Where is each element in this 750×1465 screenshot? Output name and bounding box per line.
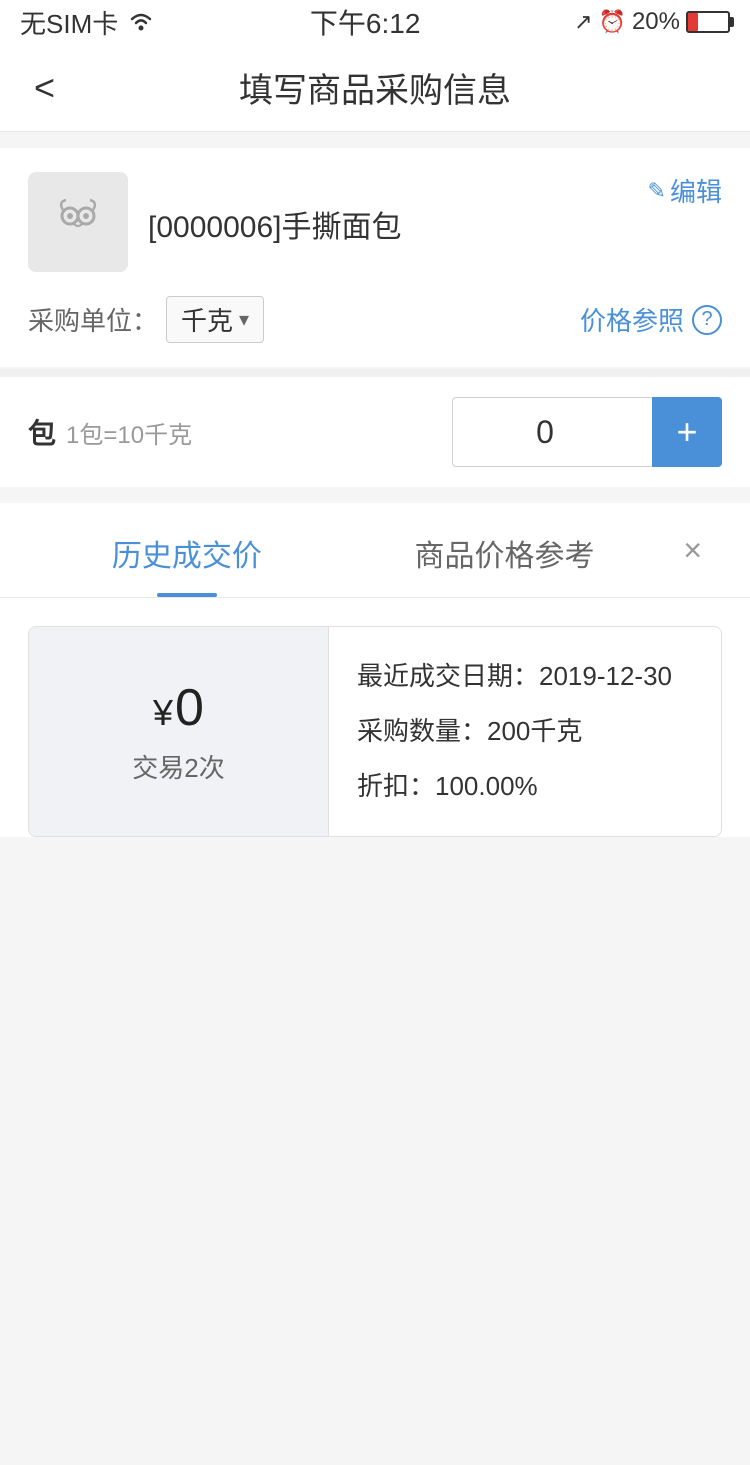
bottom-panel: 历史成交价 商品价格参考 × ¥0 交易2次 最近成交日期：2019-12-30…: [0, 503, 750, 837]
price-value: 0: [175, 679, 204, 737]
unit-label: 采购单位： 千克 ▾: [28, 296, 264, 343]
discount-value: 100.00%: [435, 771, 538, 801]
back-button[interactable]: <: [24, 57, 65, 119]
price-currency: ¥: [153, 692, 173, 733]
product-card: [0000006]手撕面包 ✎ 编辑 采购单位： 千克 ▾ 价格参照 ?: [0, 148, 750, 367]
help-icon: ?: [692, 305, 722, 335]
quantity-plus-button[interactable]: +: [652, 397, 722, 467]
product-unit-row: 采购单位： 千克 ▾ 价格参照 ?: [28, 296, 722, 343]
price-subtitle: 交易2次: [132, 748, 224, 785]
purchase-qty-label: 采购数量：: [357, 716, 487, 746]
qty-unit-name: 包: [28, 412, 56, 452]
edit-button[interactable]: ✎ 编辑: [648, 172, 722, 209]
price-ref-link[interactable]: 价格参照 ?: [580, 301, 722, 338]
tabs-row: 历史成交价 商品价格参考 ×: [0, 503, 750, 598]
recent-date-value: 2019-12-30: [539, 661, 672, 691]
unit-dropdown[interactable]: 千克 ▾: [166, 296, 264, 343]
quantity-label: 包 1包=10千克: [28, 412, 192, 452]
tab-history-price[interactable]: 历史成交价: [28, 503, 346, 597]
tab-history-label: 历史成交价: [112, 540, 262, 573]
unit-value: 千克: [181, 301, 233, 338]
page-title: 填写商品采购信息: [239, 63, 511, 112]
product-thumbnail: [28, 172, 128, 272]
quantity-controls: +: [452, 397, 722, 467]
discount-label: 折扣：: [357, 771, 435, 801]
price-ref-label: 价格参照: [580, 301, 684, 338]
dropdown-arrow-icon: ▾: [239, 307, 249, 332]
product-header: [0000006]手撕面包 ✎ 编辑: [28, 172, 722, 272]
price-amount: ¥0: [153, 678, 204, 738]
product-logo: [48, 188, 108, 257]
status-right: ↗ ⏰ 20%: [574, 8, 730, 36]
recent-date-label: 最近成交日期：: [357, 661, 539, 691]
product-name: [0000006]手撕面包: [148, 202, 401, 246]
main-content: [0, 865, 750, 1465]
price-card: ¥0 交易2次 最近成交日期：2019-12-30 采购数量：200千克 折扣：…: [28, 626, 722, 837]
status-left: 无SIM卡: [20, 4, 156, 41]
edit-icon: ✎: [648, 178, 666, 204]
tab-price-ref[interactable]: 商品价格参考: [346, 503, 664, 597]
battery-percent: 20%: [632, 8, 680, 36]
alarm-icon: ⏰: [599, 9, 626, 35]
quantity-section: 包 1包=10千克 +: [0, 369, 750, 487]
tab-price-ref-label: 商品价格参考: [414, 540, 594, 573]
edit-label: 编辑: [670, 172, 722, 209]
unit-label-text: 采购单位：: [28, 301, 158, 338]
location-icon: ↗: [574, 9, 592, 35]
price-card-left: ¥0 交易2次: [29, 627, 329, 836]
nav-bar: < 填写商品采购信息: [0, 44, 750, 132]
status-time: 下午6:12: [310, 2, 421, 42]
battery-icon: [686, 11, 730, 33]
qty-conversion: 1包=10千克: [66, 415, 192, 450]
wifi-icon: [126, 7, 156, 38]
price-card-right: 最近成交日期：2019-12-30 采购数量：200千克 折扣：100.00%: [329, 627, 721, 836]
tab-close-button[interactable]: ×: [663, 512, 722, 589]
purchase-qty-row: 采购数量：200千克: [357, 712, 693, 751]
carrier-text: 无SIM卡: [20, 4, 118, 41]
quantity-input[interactable]: [452, 397, 652, 467]
recent-date-row: 最近成交日期：2019-12-30: [357, 657, 693, 696]
discount-row: 折扣：100.00%: [357, 767, 693, 806]
purchase-qty-value: 200千克: [487, 716, 582, 746]
product-left: [0000006]手撕面包: [28, 172, 401, 272]
status-bar: 无SIM卡 下午6:12 ↗ ⏰ 20%: [0, 0, 750, 44]
